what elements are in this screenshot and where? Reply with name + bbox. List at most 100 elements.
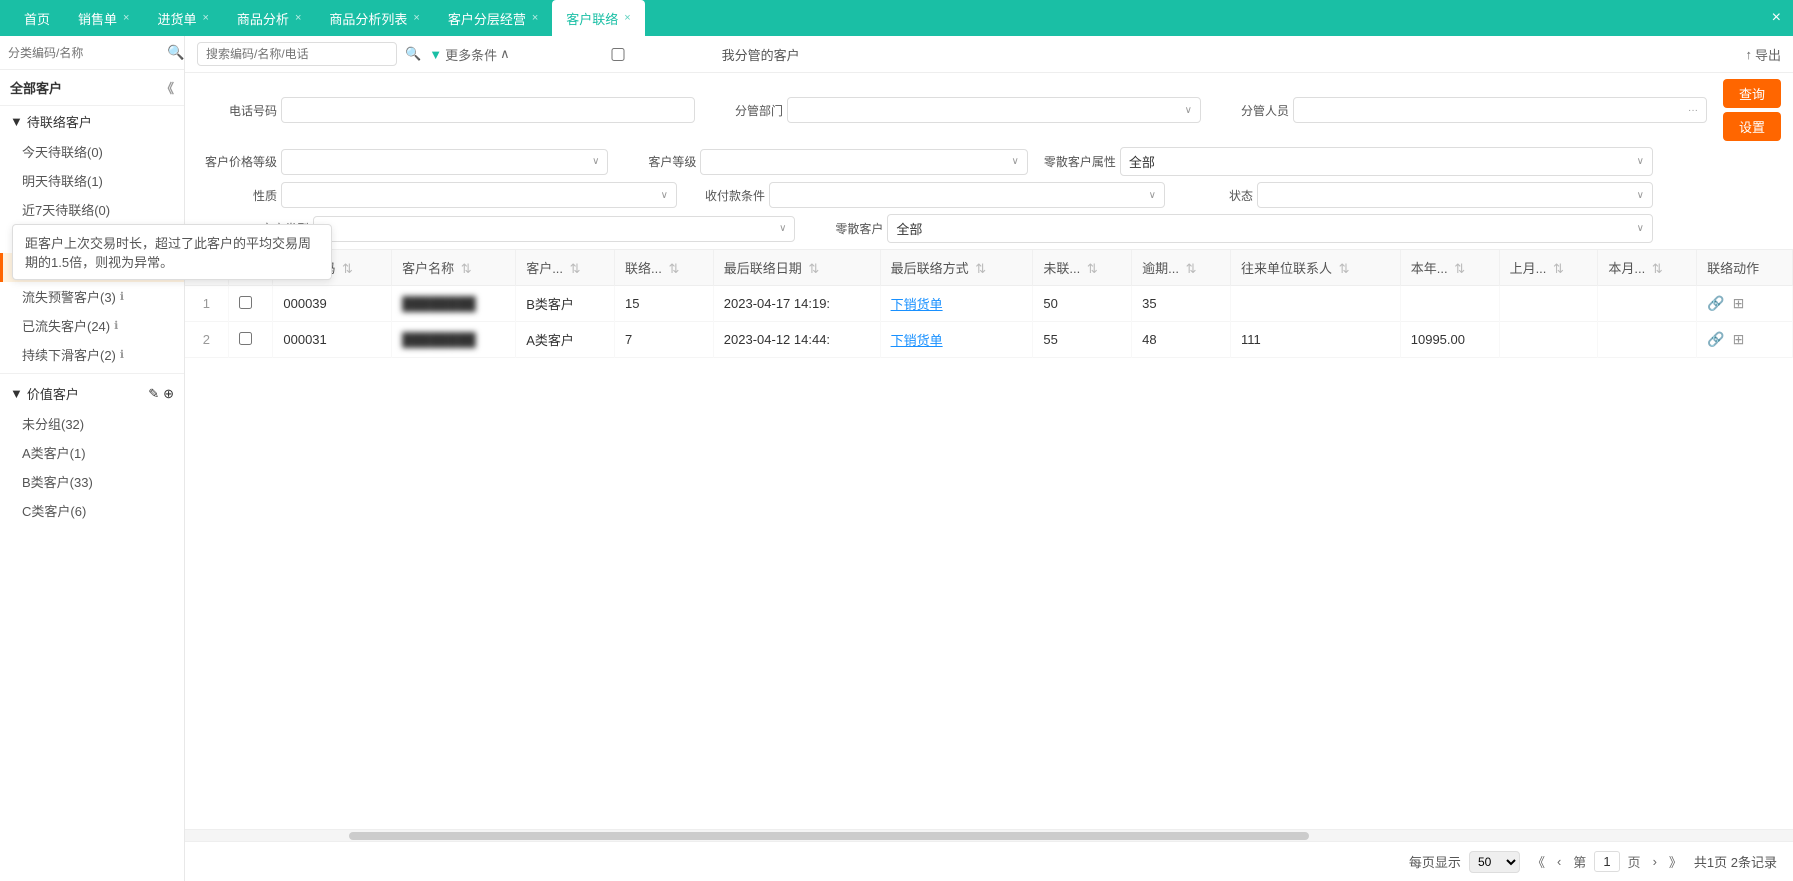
- nav-item-home[interactable]: 首页: [10, 0, 64, 36]
- gender-select[interactable]: ∨: [281, 182, 677, 208]
- row-code-2: 000031: [273, 322, 392, 358]
- close-customer-mgmt-icon[interactable]: ×: [532, 12, 538, 24]
- table-header-this-year[interactable]: 本年... ⇅: [1400, 250, 1499, 286]
- sidebar-item-class-c[interactable]: C类客户(6): [0, 496, 184, 525]
- page-nav: 《 ‹ 第 1 页 › 》: [1528, 850, 1686, 873]
- per-page-select[interactable]: 50 100 200: [1469, 851, 1520, 873]
- nav-item-product-list[interactable]: 商品分析列表 ×: [315, 0, 433, 36]
- value-customers-edit-icon[interactable]: ✎: [148, 386, 159, 402]
- table-header-contact-count[interactable]: 联络... ⇅: [614, 250, 713, 286]
- retail-attr-select[interactable]: 全部 ∨: [1120, 147, 1653, 176]
- next-page-button[interactable]: ›: [1649, 852, 1661, 871]
- row-contact-count-1: 15: [614, 286, 713, 322]
- row-actions-1: 🔗 ⊞: [1697, 286, 1793, 322]
- row-2-grid-icon[interactable]: ⊞: [1733, 331, 1745, 348]
- table-header-last-month[interactable]: 上月... ⇅: [1499, 250, 1598, 286]
- sidebar-item-class-b[interactable]: B类客户(33): [0, 467, 184, 496]
- nav-item-customer-mgmt[interactable]: 客户分层经营 ×: [434, 0, 552, 36]
- sidebar-item-class-a[interactable]: A类客户(1): [0, 438, 184, 467]
- dept-chevron-icon: ∨: [1185, 105, 1192, 116]
- row-last-method-1[interactable]: 下销货单: [880, 286, 1033, 322]
- retail-attr-label: 零散客户属性: [1036, 153, 1116, 170]
- close-product-analysis-icon[interactable]: ×: [295, 12, 301, 24]
- status-select[interactable]: ∨: [1257, 182, 1653, 208]
- prev-page-button[interactable]: ‹: [1553, 852, 1565, 871]
- table-header-last-method[interactable]: 最后联络方式 ⇅: [880, 250, 1033, 286]
- row-2-checkbox[interactable]: [239, 332, 252, 345]
- query-button[interactable]: 查询: [1723, 79, 1781, 108]
- row-checkbox-1[interactable]: [228, 286, 273, 322]
- row-type-1: B类客户: [516, 286, 615, 322]
- payment-select[interactable]: ∨: [769, 182, 1165, 208]
- dept-select[interactable]: ∨: [787, 97, 1201, 123]
- sidebar-item-churn-warning[interactable]: 流失预警客户(3) ℹ: [0, 282, 184, 311]
- sidebar-item-7days[interactable]: 近7天待联络(0): [0, 195, 184, 224]
- current-page-input[interactable]: 1: [1594, 851, 1619, 872]
- sidebar-search-icon[interactable]: 🔍: [167, 44, 184, 61]
- row-2-link-icon[interactable]: 🔗: [1707, 331, 1724, 348]
- sidebar-search-input[interactable]: [8, 46, 163, 60]
- row-checkbox-2[interactable]: [228, 322, 273, 358]
- nav-item-customer-contact[interactable]: 客户联络 ×: [552, 0, 644, 36]
- nav-item-sales[interactable]: 销售单 ×: [64, 0, 143, 36]
- sidebar-item-churned[interactable]: 已流失客户(24) ℹ: [0, 311, 184, 340]
- close-customer-contact-icon[interactable]: ×: [624, 12, 630, 24]
- sidebar-collapse-icon[interactable]: 《: [161, 78, 174, 97]
- my-customers-checkbox[interactable]: [518, 48, 718, 61]
- search-input[interactable]: [197, 42, 397, 66]
- sidebar-item-ungrouped[interactable]: 未分组(32): [0, 409, 184, 438]
- close-sales-icon[interactable]: ×: [123, 12, 129, 24]
- row-code-1: 000039: [273, 286, 392, 322]
- status-label: 状态: [1173, 187, 1253, 204]
- table-header-type[interactable]: 客户... ⇅: [516, 250, 615, 286]
- row-uncontacted-1: 50: [1033, 286, 1132, 322]
- filter-icon: ▼: [429, 47, 442, 62]
- row-overdue-1: 35: [1132, 286, 1231, 322]
- manager-field: 分管人员 ···: [1209, 97, 1707, 123]
- filter-search-icon[interactable]: 🔍: [405, 46, 421, 62]
- manager-select[interactable]: ···: [1293, 97, 1707, 123]
- settings-button[interactable]: 设置: [1723, 112, 1781, 141]
- row-1-grid-icon[interactable]: ⊞: [1733, 295, 1745, 312]
- table-header-last-date[interactable]: 最后联络日期 ⇅: [713, 250, 880, 286]
- sidebar-all-customers-header: 全部客户 《: [0, 70, 184, 106]
- customer-type-select[interactable]: ∨: [313, 216, 795, 242]
- nav-item-product-analysis[interactable]: 商品分析 ×: [223, 0, 315, 36]
- row-contact-person-2: 111: [1230, 322, 1400, 358]
- phone-select[interactable]: [281, 97, 695, 123]
- export-button[interactable]: ↑ 导出: [1745, 45, 1781, 64]
- first-page-button[interactable]: 《: [1528, 850, 1549, 873]
- value-customers-add-icon[interactable]: ⊕: [163, 386, 174, 402]
- manager-dots-icon: ···: [1688, 105, 1698, 116]
- sidebar-item-declining[interactable]: 持续下滑客户(2) ℹ: [0, 340, 184, 369]
- sidebar: 🔍 全部客户 《 ▼ 待联络客户 今天待联络(0) 明天待联络(1) 近7天待联…: [0, 36, 185, 881]
- table-header-this-month[interactable]: 本月... ⇅: [1598, 250, 1697, 286]
- retail-customer-select[interactable]: 全部 ∨: [887, 214, 1653, 243]
- close-purchase-icon[interactable]: ×: [202, 12, 208, 24]
- nav-item-purchase[interactable]: 进货单 ×: [143, 0, 222, 36]
- scroll-thumb[interactable]: [349, 832, 1309, 840]
- table-header-uncontacted[interactable]: 未联... ⇅: [1033, 250, 1132, 286]
- customer-type-chevron-icon: ∨: [779, 223, 786, 234]
- horizontal-scrollbar[interactable]: [185, 829, 1793, 841]
- sidebar-value-customers-header[interactable]: ▼ 价值客户 ✎ ⊕: [0, 378, 184, 409]
- row-last-method-2[interactable]: 下销货单: [880, 322, 1033, 358]
- row-1-checkbox[interactable]: [239, 296, 252, 309]
- row-name-2[interactable]: ████████: [392, 322, 516, 358]
- table-header-name[interactable]: 客户名称 ⇅: [392, 250, 516, 286]
- overdue-sort-icon: ⇅: [1186, 261, 1197, 276]
- row-name-1[interactable]: ████████: [392, 286, 516, 322]
- table-header-overdue[interactable]: 逾期... ⇅: [1132, 250, 1231, 286]
- row-1-link-icon[interactable]: 🔗: [1707, 295, 1724, 312]
- declining-info-icon: ℹ: [120, 348, 124, 361]
- more-conditions-button[interactable]: ▼ 更多条件 ∧: [429, 45, 509, 64]
- sidebar-item-tomorrow[interactable]: 明天待联络(1): [0, 166, 184, 195]
- close-product-list-icon[interactable]: ×: [413, 12, 419, 24]
- last-page-button[interactable]: 》: [1665, 850, 1686, 873]
- table-header-contact-person[interactable]: 往来单位联系人 ⇅: [1230, 250, 1400, 286]
- customer-level-select[interactable]: ∨: [700, 149, 1027, 175]
- close-all-tabs-button[interactable]: ×: [1772, 9, 1781, 27]
- sidebar-section-pending[interactable]: ▼ 待联络客户: [0, 106, 184, 137]
- price-level-select[interactable]: ∨: [281, 149, 608, 175]
- sidebar-item-today[interactable]: 今天待联络(0): [0, 137, 184, 166]
